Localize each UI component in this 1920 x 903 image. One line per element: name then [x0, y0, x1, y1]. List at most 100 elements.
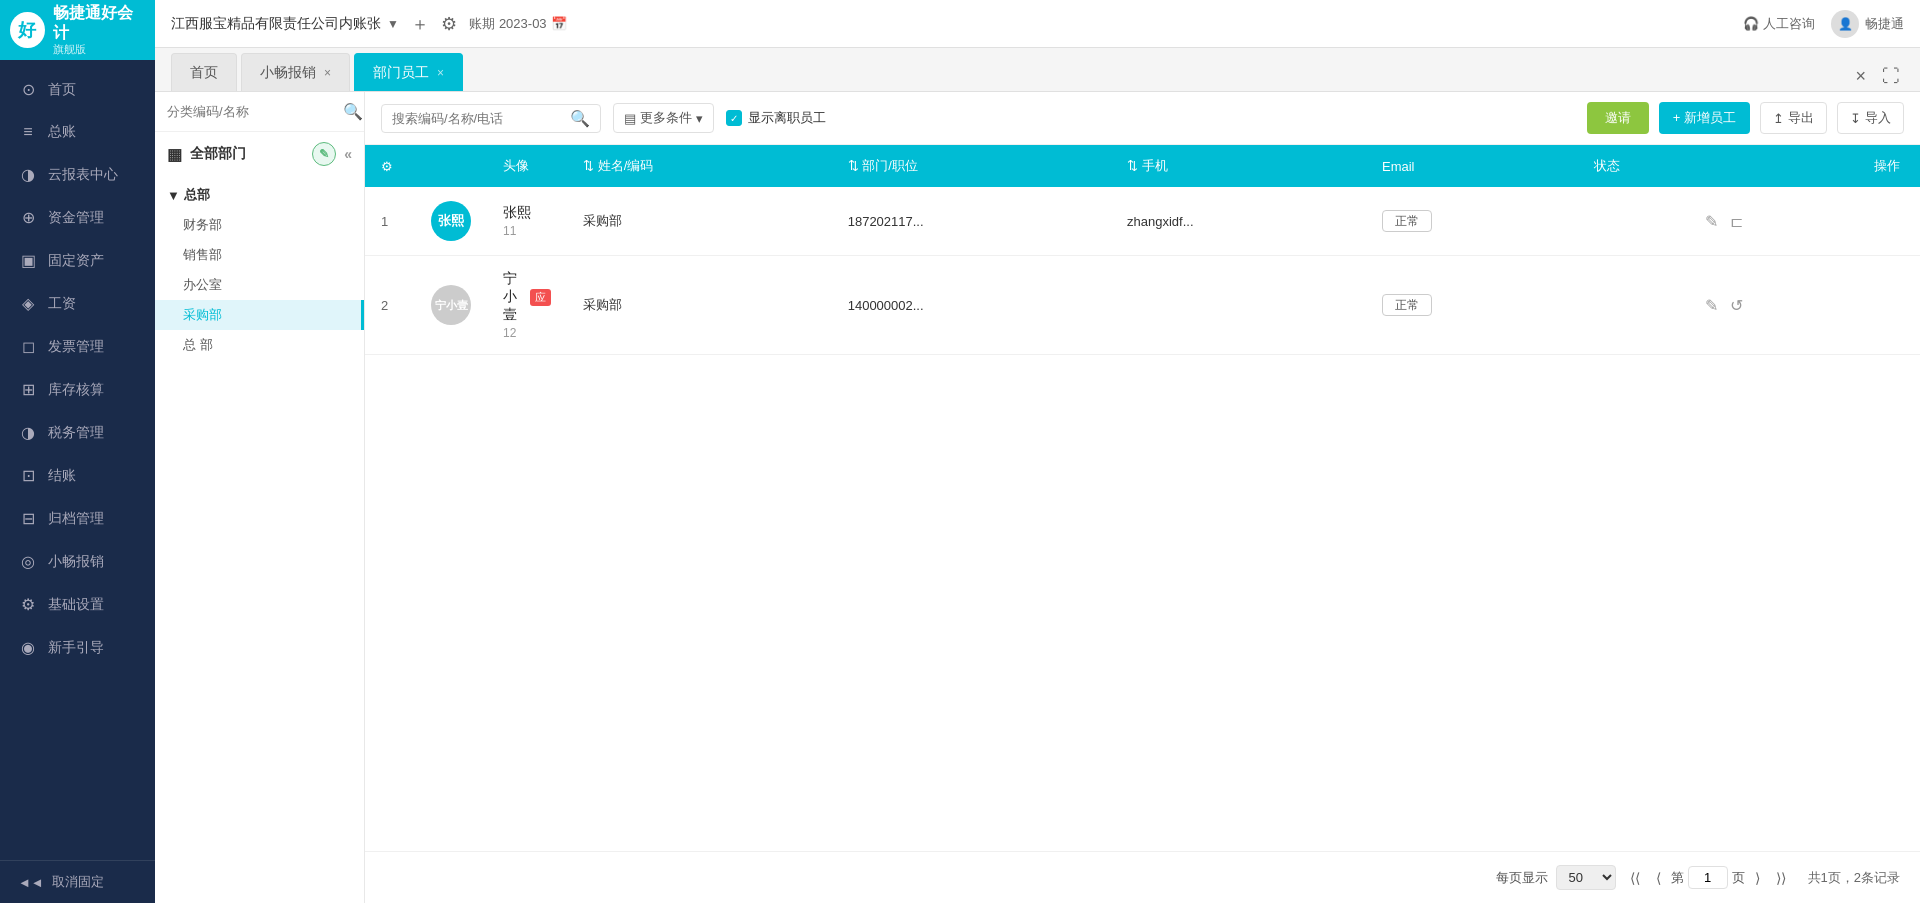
employee-panel: 🔍 ▤ 更多条件 ▾ ✓ 显示离职员工 邀请 + 新增员工 ↥ 导出 [365, 92, 1920, 903]
period-selector[interactable]: 账期 2023-03 📅 [469, 15, 567, 33]
sidebar-item-ledger[interactable]: ≡ 总账 [0, 111, 155, 153]
import-button[interactable]: ↧ 导入 [1837, 102, 1904, 134]
col-dept[interactable]: ⇅ 部门/职位 [832, 145, 1111, 187]
row1-dept: 采购部 [567, 187, 832, 256]
col-settings[interactable]: ⚙ [365, 145, 415, 187]
col-avatar: 头像 [487, 145, 567, 187]
dept-panel: 🔍 ▦ 全部部门 ✎ « ▼ 总部 财务部 销售部 [155, 92, 365, 903]
assets-icon: ▣ [18, 251, 38, 270]
employee-search-input[interactable] [392, 111, 564, 126]
row2-num: 2 [365, 256, 415, 355]
tab-expense[interactable]: 小畅报销 × [241, 53, 350, 91]
dept-search-icon[interactable]: 🔍 [343, 102, 363, 121]
invite-button[interactable]: 邀请 [1587, 102, 1649, 134]
col-phone[interactable]: ⇅ 手机 [1111, 145, 1366, 187]
dept-edit-button[interactable]: ✎ [312, 142, 336, 166]
sidebar-item-home[interactable]: ⊙ 首页 [0, 68, 155, 111]
sidebar-label-home: 首页 [48, 81, 76, 99]
dept-node-finance[interactable]: 财务部 [155, 210, 364, 240]
row2-email [1111, 256, 1366, 355]
sidebar-unpin[interactable]: ◄◄ 取消固定 [0, 860, 155, 903]
sidebar-label-inventory: 库存核算 [48, 381, 104, 399]
col-settings-icon[interactable]: ⚙ [381, 159, 393, 174]
tab-home[interactable]: 首页 [171, 53, 237, 91]
row1-avatar-cell: 张熙 [415, 187, 487, 256]
sidebar-item-reports[interactable]: ◑ 云报表中心 [0, 153, 155, 196]
dept-node-label: 总部 [184, 186, 210, 204]
page-last-btn[interactable]: ⟩⟩ [1770, 866, 1792, 890]
sidebar-item-funds[interactable]: ⊕ 资金管理 [0, 196, 155, 239]
company-selector[interactable]: 江西服宝精品有限责任公司内账张 ▼ [171, 15, 399, 33]
add-company-icon[interactable]: ＋ [411, 12, 429, 36]
col-name[interactable]: ⇅ 姓名/编码 [567, 145, 832, 187]
row1-avatar: 张熙 [431, 201, 471, 241]
dept-node-zongbu-parent[interactable]: ▼ 总部 [155, 180, 364, 210]
page-suffix: 页 [1732, 869, 1745, 887]
page-first-btn[interactable]: ⟨⟨ [1624, 866, 1646, 890]
tab-close-all[interactable]: × [1851, 62, 1870, 91]
add-employee-button[interactable]: + 新增员工 [1659, 102, 1750, 134]
sidebar-item-settings[interactable]: ⚙ 基础设置 [0, 583, 155, 626]
sidebar-item-expense[interactable]: ◎ 小畅报销 [0, 540, 155, 583]
export-button[interactable]: ↥ 导出 [1760, 102, 1827, 134]
tab-expense-close[interactable]: × [324, 66, 331, 80]
sidebar-item-closing[interactable]: ⊡ 结账 [0, 454, 155, 497]
row1-phone: 187202117... [832, 187, 1111, 256]
user-menu[interactable]: 👤 畅捷通 [1831, 10, 1904, 38]
row2-edit-icon[interactable]: ✎ [1705, 296, 1718, 315]
expense-icon: ◎ [18, 552, 38, 571]
per-page-select[interactable]: 50 100 [1556, 865, 1616, 890]
sidebar-label-ledger: 总账 [48, 123, 76, 141]
page-input[interactable] [1688, 866, 1728, 889]
dept-collapse-icon[interactable]: « [344, 146, 352, 162]
sidebar-label-closing: 结账 [48, 467, 76, 485]
service-button[interactable]: 🎧 人工咨询 [1743, 15, 1815, 33]
row1-edit-icon[interactable]: ✎ [1705, 212, 1718, 231]
dept-node-sales[interactable]: 销售部 [155, 240, 364, 270]
export-label: 导出 [1788, 109, 1814, 127]
main-area: 江西服宝精品有限责任公司内账张 ▼ ＋ ⚙ 账期 2023-03 📅 🎧 人工咨… [155, 0, 1920, 903]
sidebar-label-settings: 基础设置 [48, 596, 104, 614]
all-dept-header[interactable]: ▦ 全部部门 ✎ « [155, 132, 364, 176]
sidebar-item-salary[interactable]: ◈ 工资 [0, 282, 155, 325]
show-left-checkbox[interactable]: ✓ [726, 110, 742, 126]
more-filter-button[interactable]: ▤ 更多条件 ▾ [613, 103, 714, 133]
col-status: 状态 [1578, 145, 1759, 187]
phone-sort-icon: ⇅ [1127, 158, 1138, 173]
topbar: 江西服宝精品有限责任公司内账张 ▼ ＋ ⚙ 账期 2023-03 📅 🎧 人工咨… [155, 0, 1920, 48]
tab-dept-close[interactable]: × [437, 66, 444, 80]
dept-search-box: 🔍 [155, 92, 364, 132]
tax-icon: ◑ [18, 423, 38, 442]
row2-delete-icon[interactable]: ↺ [1730, 296, 1743, 315]
sort-icon: ⇅ [583, 158, 594, 173]
dept-search-input[interactable] [167, 104, 335, 119]
filter-chevron: ▾ [696, 111, 703, 126]
dept-node-purchase[interactable]: 采购部 [155, 300, 364, 330]
page-next-btn[interactable]: ⟩ [1749, 866, 1766, 890]
tab-expand[interactable]: ⛶ [1878, 62, 1904, 91]
inventory-icon: ⊞ [18, 380, 38, 399]
sidebar-item-guide[interactable]: ◉ 新手引导 [0, 626, 155, 669]
dept-node-office[interactable]: 办公室 [155, 270, 364, 300]
page-prev-btn[interactable]: ⟨ [1650, 866, 1667, 890]
period-value: 2023-03 [499, 16, 547, 31]
import-icon: ↧ [1850, 111, 1861, 126]
tab-home-label: 首页 [190, 64, 218, 82]
sidebar-item-invoice[interactable]: ◻ 发票管理 [0, 325, 155, 368]
row2-action-icons: ✎ ↺ [1594, 296, 1743, 315]
app-name: 畅捷通好会计 [53, 3, 145, 41]
company-dropdown-icon[interactable]: ▼ [387, 17, 399, 31]
col-email: Email [1366, 145, 1578, 187]
dept-purchase-label: 采购部 [183, 307, 222, 322]
sidebar-item-assets[interactable]: ▣ 固定资产 [0, 239, 155, 282]
dept-node-hq[interactable]: 总 部 [155, 330, 364, 360]
row2-status: 正常 [1366, 256, 1578, 355]
sidebar-item-archive[interactable]: ⊟ 归档管理 [0, 497, 155, 540]
settings-gear-icon[interactable]: ⚙ [441, 13, 457, 35]
sidebar-item-inventory[interactable]: ⊞ 库存核算 [0, 368, 155, 411]
row1-logout-icon[interactable]: ⊏ [1730, 212, 1743, 231]
show-left-label[interactable]: ✓ 显示离职员工 [726, 109, 826, 127]
employee-search-icon[interactable]: 🔍 [570, 109, 590, 128]
tab-dept[interactable]: 部门员工 × [354, 53, 463, 91]
sidebar-item-tax[interactable]: ◑ 税务管理 [0, 411, 155, 454]
